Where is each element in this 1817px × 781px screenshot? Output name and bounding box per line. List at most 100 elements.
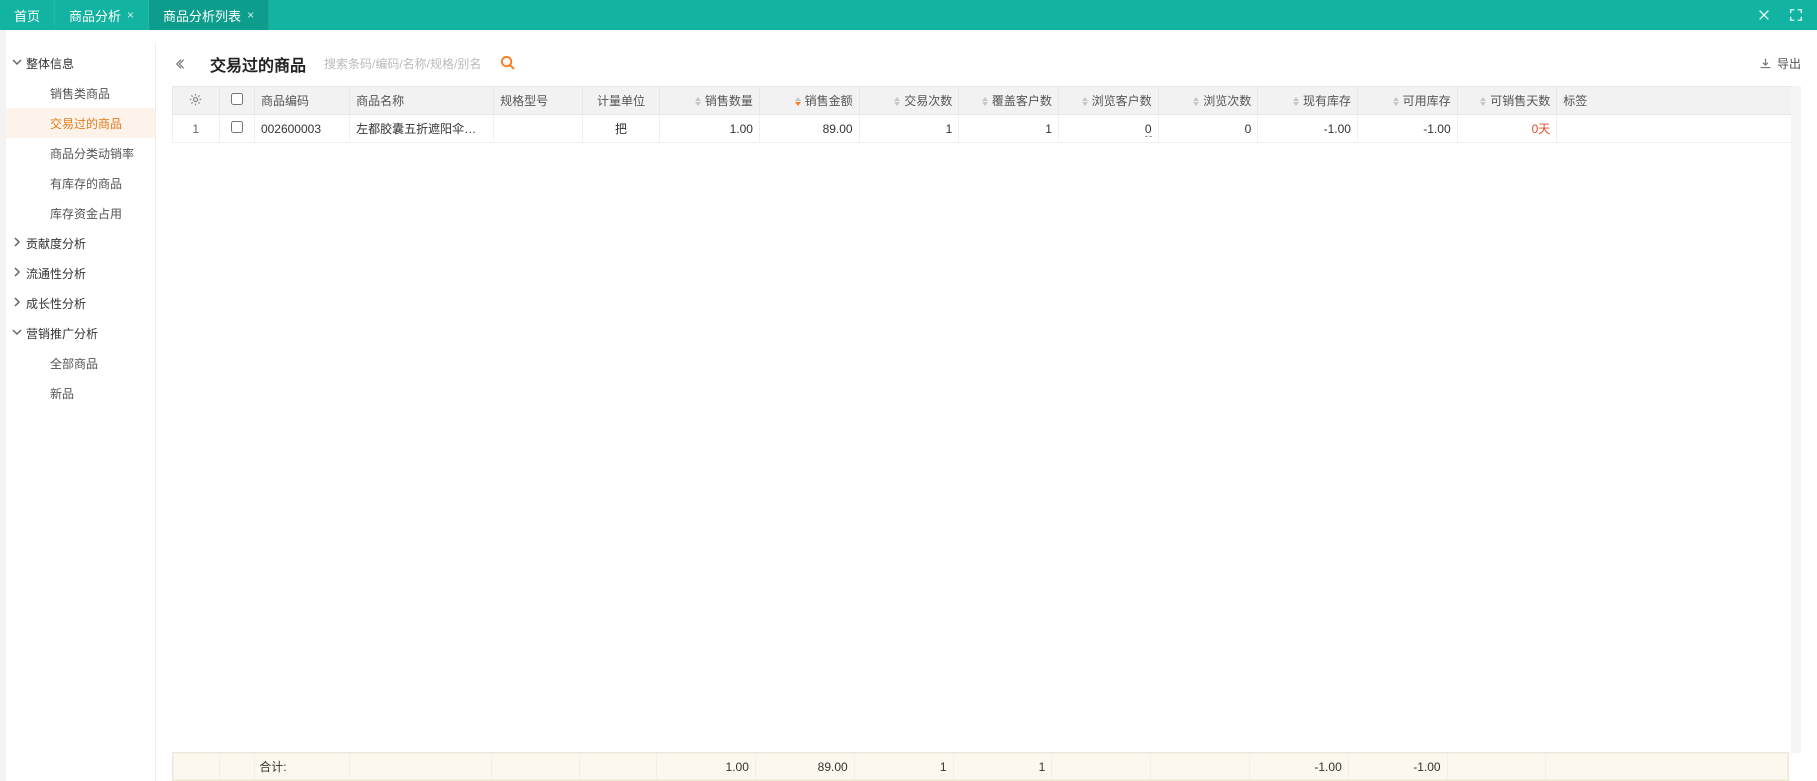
- col-label: 可用库存: [1403, 94, 1451, 108]
- sidebar-item[interactable]: 销售类商品: [6, 78, 155, 108]
- tab-label: 首页: [14, 6, 40, 25]
- col-label: 覆盖客户数: [992, 94, 1052, 108]
- cell-sales_qty: 1.00: [660, 115, 760, 143]
- sidebar-item[interactable]: 有库存的商品: [6, 168, 155, 198]
- main-header: 交易过的商品 导出: [156, 42, 1817, 86]
- export-button[interactable]: 导出: [1759, 55, 1801, 72]
- close-all-button[interactable]: [1751, 2, 1777, 28]
- sidebar-group-label: 营销推广分析: [26, 325, 98, 342]
- cell-code: 002600003: [254, 115, 349, 143]
- col-stock_avail[interactable]: 可用库存: [1357, 87, 1457, 115]
- page-title: 交易过的商品: [210, 52, 306, 76]
- chevron-down-icon: [12, 56, 22, 70]
- footer-cell-sales_amt: 89.00: [755, 754, 854, 780]
- footer-cell-cover_cust: 1: [953, 754, 1052, 780]
- footer-cell-trade_cnt: 1: [854, 754, 953, 780]
- cell-chk: [219, 115, 254, 143]
- sidebar-group-header[interactable]: 营销推广分析: [6, 318, 155, 348]
- close-icon[interactable]: ×: [127, 8, 134, 22]
- sort-icon: [1393, 97, 1399, 106]
- table-body: 1002600003左都胶囊五折遮阳伞防晒伞;把1.0089.001100-1.…: [173, 115, 1801, 143]
- sort-icon: [1193, 97, 1199, 106]
- tab-label: 商品分析列表: [163, 6, 241, 25]
- sort-icon: [894, 97, 900, 106]
- sidebar-group-header[interactable]: 贡献度分析: [6, 228, 155, 258]
- col-view_cust[interactable]: 浏览客户数: [1058, 87, 1158, 115]
- search-input[interactable]: [324, 53, 494, 75]
- sort-icon: [1480, 97, 1486, 106]
- spacer: [0, 30, 1817, 42]
- sort-icon: [695, 97, 701, 106]
- col-label: 交易次数: [904, 94, 952, 108]
- chevron-right-icon: [12, 266, 22, 280]
- sidebar-item[interactable]: 库存资金占用: [6, 198, 155, 228]
- sidebar: 整体信息销售类商品交易过的商品商品分类动销率有库存的商品库存资金占用贡献度分析流…: [6, 42, 156, 781]
- footer-cell-chk: [220, 754, 255, 780]
- sort-icon: [795, 97, 801, 106]
- col-label: 浏览次数: [1203, 94, 1251, 108]
- sidebar-item[interactable]: 新品: [6, 378, 155, 408]
- sidebar-item[interactable]: 商品分类动销率: [6, 138, 155, 168]
- sidebar-group-header[interactable]: 流通性分析: [6, 258, 155, 288]
- row-checkbox[interactable]: [231, 121, 243, 133]
- gear-icon[interactable]: [189, 95, 202, 109]
- col-tags: 标签: [1557, 87, 1801, 115]
- col-label: 计量单位: [597, 94, 645, 108]
- col-label: 商品名称: [356, 94, 404, 108]
- footer-cell-spec: [492, 754, 580, 780]
- col-label: 商品编码: [261, 94, 309, 108]
- sidebar-group-label: 贡献度分析: [26, 235, 86, 252]
- select-all-checkbox[interactable]: [231, 93, 243, 105]
- col-cover_cust[interactable]: 覆盖客户数: [959, 87, 1059, 115]
- footer-cell-sales_qty: 1.00: [657, 754, 756, 780]
- col-chk: [219, 87, 254, 115]
- sidebar-item[interactable]: 交易过的商品: [6, 108, 155, 138]
- sidebar-item[interactable]: 全部商品: [6, 348, 155, 378]
- fullscreen-button[interactable]: [1783, 2, 1809, 28]
- footer-cell-view_cust: [1052, 754, 1151, 780]
- cell-name: 左都胶囊五折遮阳伞防晒伞;: [350, 115, 494, 143]
- col-label: 现有库存: [1303, 94, 1351, 108]
- view-cust-value[interactable]: 0: [1145, 122, 1152, 137]
- footer-cell-code: 合计:: [255, 754, 349, 780]
- col-stock_now[interactable]: 现有库存: [1258, 87, 1358, 115]
- cell-trade_cnt: 1: [859, 115, 959, 143]
- sale-days-value: 0天: [1532, 122, 1551, 136]
- tab-product-analysis[interactable]: 商品分析 ×: [55, 0, 149, 30]
- col-sales_qty[interactable]: 销售数量: [660, 87, 760, 115]
- sidebar-group-header[interactable]: 整体信息: [6, 48, 155, 78]
- collapse-sidebar-button[interactable]: [172, 54, 192, 74]
- summary-row: 合计:1.0089.0011-1.00-1.00: [174, 754, 1788, 780]
- footer-cell-view_cnt: [1151, 754, 1250, 780]
- sidebar-group-label: 流通性分析: [26, 265, 86, 282]
- sidebar-group-header[interactable]: 成长性分析: [6, 288, 155, 318]
- footer-cell-name: [349, 754, 492, 780]
- footer-cell-stock_avail: -1.00: [1348, 754, 1447, 780]
- cell-tags: [1557, 115, 1801, 143]
- col-sale_days[interactable]: 可销售天数: [1457, 87, 1557, 115]
- cell-view_cust: 0: [1058, 115, 1158, 143]
- chevron-right-icon: [12, 296, 22, 310]
- chevron-right-icon: [12, 236, 22, 250]
- col-trade_cnt[interactable]: 交易次数: [859, 87, 959, 115]
- search-icon[interactable]: [500, 55, 515, 73]
- cell-sale_days: 0天: [1457, 115, 1557, 143]
- table-row[interactable]: 1002600003左都胶囊五折遮阳伞防晒伞;把1.0089.001100-1.…: [173, 115, 1801, 143]
- footer-cell-unit: [580, 754, 657, 780]
- col-spec: 规格型号: [494, 87, 583, 115]
- tab-home[interactable]: 首页: [0, 0, 55, 30]
- main-content: 交易过的商品 导出 商品编码 商品名称 规格型号计量单位 销售数量销售金额 交易次数 覆盖…: [156, 42, 1817, 781]
- col-sales_amt[interactable]: 销售金额: [759, 87, 859, 115]
- col-label: 可销售天数: [1490, 94, 1550, 108]
- tab-label: 商品分析: [69, 6, 121, 25]
- cell-unit: 把: [582, 115, 660, 143]
- col-name: 商品名称: [350, 87, 494, 115]
- sort-icon: [1293, 97, 1299, 106]
- close-icon[interactable]: ×: [247, 8, 254, 22]
- col-label: 标签: [1563, 94, 1587, 108]
- tabbar-right: [1751, 0, 1817, 30]
- col-view_cnt[interactable]: 浏览次数: [1158, 87, 1258, 115]
- scrollbar[interactable]: [1791, 86, 1801, 753]
- tab-product-analysis-list[interactable]: 商品分析列表 ×: [149, 0, 269, 30]
- col-label: 浏览客户数: [1092, 94, 1152, 108]
